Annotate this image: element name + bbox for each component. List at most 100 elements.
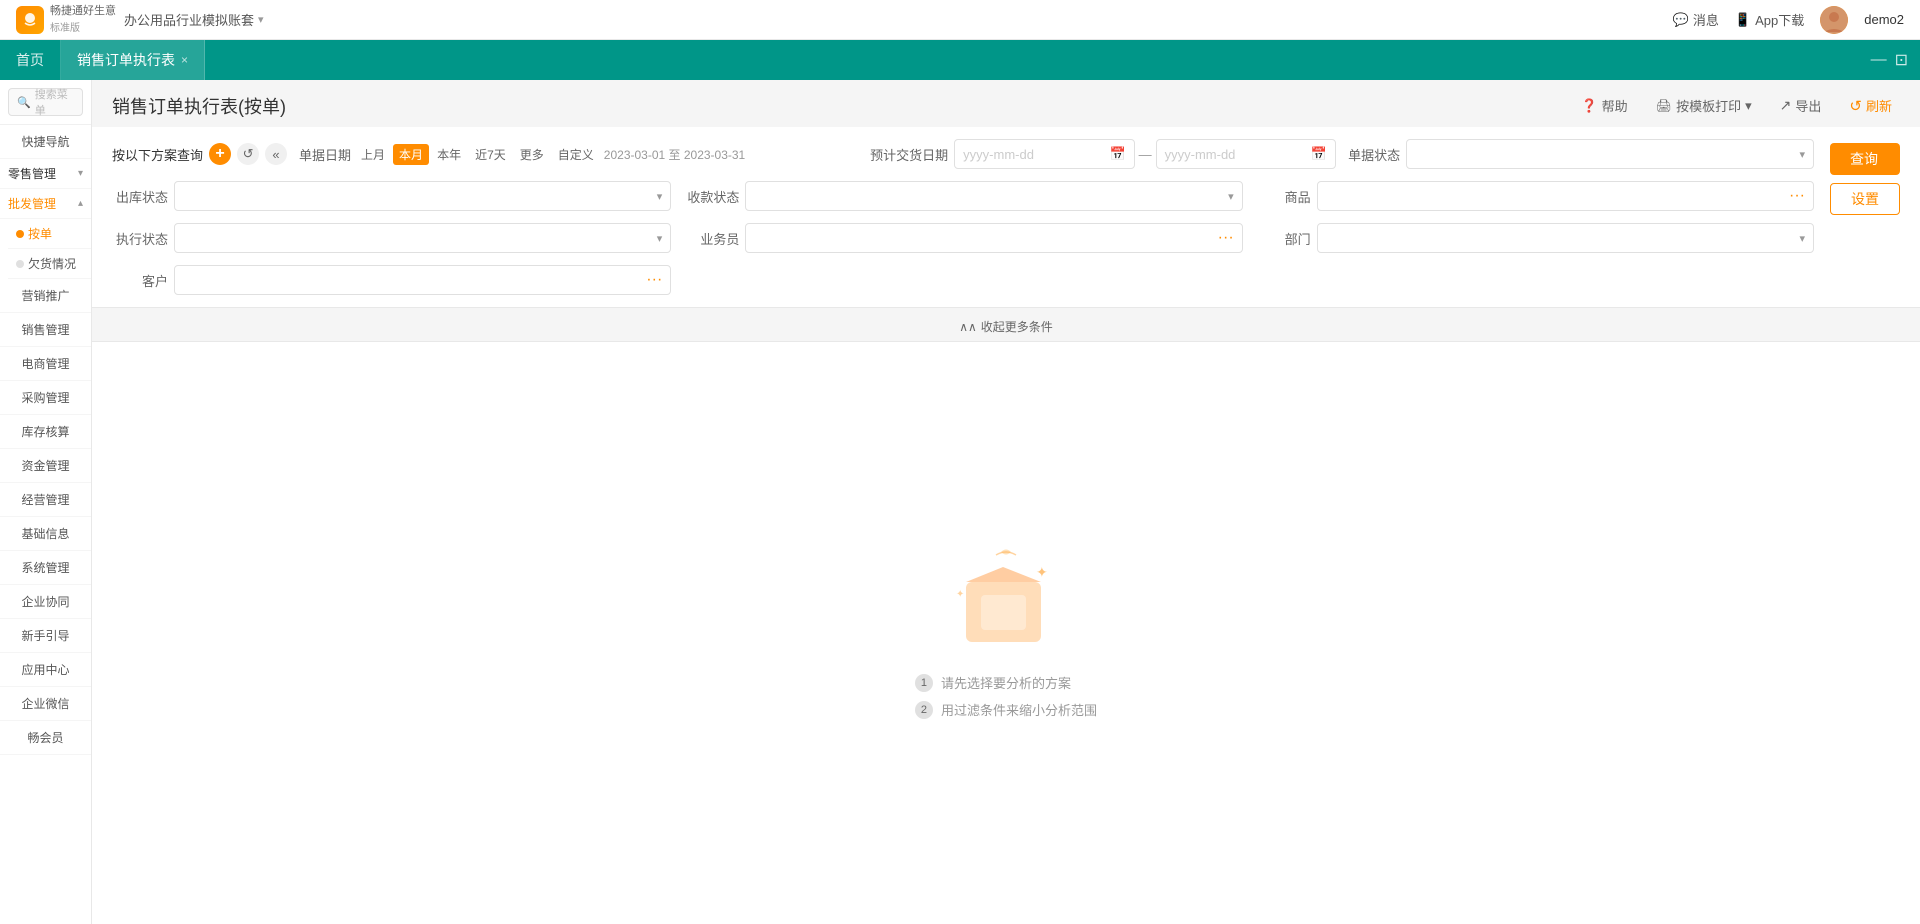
sidebar-item-by-order[interactable]: 按单 — [8, 219, 91, 249]
sidebar-item-operations[interactable]: 经营管理 — [0, 483, 91, 517]
app-icon: 📱 — [1735, 12, 1751, 28]
exec-status-chevron-icon: ▾ — [657, 232, 663, 245]
dept-chevron-icon: ▾ — [1799, 232, 1805, 245]
expected-date-end[interactable]: yyyy-mm-dd 📅 — [1156, 139, 1336, 169]
status-select[interactable]: ▾ — [1406, 139, 1814, 169]
sidebar-item-ecommerce[interactable]: 电商管理 — [0, 347, 91, 381]
collapse-label: 收起更多条件 — [981, 318, 1053, 335]
collapse-solution-button[interactable]: « — [265, 143, 287, 165]
page-header: 销售订单执行表(按单) ❓ 帮助 🖨 按模板打印 ▾ ↗ 导出 ↺ 刷新 — [92, 80, 1920, 127]
empty-state: ✦ ✦ 1 请先选择要分析的方案 2 用过滤条件来缩小分析范围 — [92, 342, 1920, 924]
sidebar-item-finance[interactable]: 资金管理 — [0, 449, 91, 483]
sidebar-item-marketing[interactable]: 营销推广 — [0, 279, 91, 313]
collect-status-select[interactable]: ▾ — [745, 181, 1242, 211]
sidebar-item-purchase[interactable]: 采购管理 — [0, 381, 91, 415]
app-title[interactable]: 办公用品行业模拟账套 ▾ — [124, 10, 264, 29]
refresh-label: 刷新 — [1866, 96, 1892, 115]
sidebar-item-newbie[interactable]: 新手引导 — [0, 619, 91, 653]
preset-custom[interactable]: 自定义 — [552, 144, 600, 165]
print-chevron-icon: ▾ — [1745, 98, 1752, 114]
status-chevron-icon: ▾ — [1799, 148, 1805, 161]
svg-text:✦: ✦ — [956, 589, 964, 600]
app-title-text: 办公用品行业模拟账套 — [124, 10, 254, 29]
tab-active[interactable]: 销售订单执行表 × — [61, 40, 205, 80]
solution-query-group: 按以下方案查询 + ↺ « — [112, 143, 287, 165]
expected-date-start[interactable]: yyyy-mm-dd 📅 — [954, 139, 1134, 169]
customer-label: 客户 — [112, 271, 168, 290]
dept-select[interactable]: ▾ — [1317, 223, 1814, 253]
minimize-icon[interactable]: — — [1871, 51, 1887, 69]
goods-group: 商品 ··· — [1255, 181, 1814, 211]
exec-status-select[interactable]: ▾ — [174, 223, 671, 253]
preset-current-year[interactable]: 本年 — [431, 144, 467, 165]
app-download-label: App下载 — [1755, 10, 1804, 29]
collect-status-chevron-icon: ▾ — [1228, 190, 1234, 203]
search-input[interactable]: 🔍 搜索菜单 — [8, 88, 83, 116]
filters-container: 按以下方案查询 + ↺ « 单据日期 上月 本月 本年 — [112, 139, 1814, 295]
app-download-button[interactable]: 📱 App下载 — [1735, 10, 1804, 29]
empty-illustration: ✦ ✦ — [946, 547, 1066, 657]
sidebar-item-member[interactable]: 畅会员 — [0, 721, 91, 755]
date-filter-group: 单据日期 上月 本月 本年 近7天 更多 自定义 2023-03-01 至 20… — [299, 144, 858, 165]
sidebar-item-retail[interactable]: 零售管理 ▾ — [0, 159, 91, 189]
user-name[interactable]: demo2 — [1864, 12, 1904, 27]
query-button[interactable]: 查询 — [1830, 143, 1900, 175]
tab-active-label: 销售订单执行表 — [77, 50, 175, 70]
date-label: 单据日期 — [299, 145, 351, 164]
preset-current-month[interactable]: 本月 — [393, 144, 429, 165]
preset-more[interactable]: 更多 — [514, 144, 550, 165]
sidebar-item-quicknav[interactable]: 快捷导航 — [0, 125, 91, 159]
help-button[interactable]: ❓ 帮助 — [1573, 92, 1635, 119]
print-button[interactable]: 🖨 按模板打印 ▾ — [1648, 92, 1760, 119]
filter-panel: 按以下方案查询 + ↺ « 单据日期 上月 本月 本年 — [92, 127, 1920, 308]
collapse-bar[interactable]: ∧∧ 收起更多条件 — [92, 312, 1920, 342]
set-button[interactable]: 设置 — [1830, 183, 1900, 215]
status-group: 单据状态 ▾ — [1348, 139, 1814, 169]
sidebar-item-appstore[interactable]: 应用中心 — [0, 653, 91, 687]
preset-7days[interactable]: 近7天 — [469, 144, 512, 165]
export-button[interactable]: ↗ 导出 — [1772, 92, 1830, 119]
content-area: 销售订单执行表(按单) ❓ 帮助 🖨 按模板打印 ▾ ↗ 导出 ↺ 刷新 — [92, 80, 1920, 924]
tab-close-button[interactable]: × — [181, 53, 188, 67]
expected-date-range: yyyy-mm-dd 📅 — yyyy-mm-dd 📅 — [954, 139, 1336, 169]
sidebar-item-sales[interactable]: 销售管理 — [0, 313, 91, 347]
sidebar-item-basic[interactable]: 基础信息 — [0, 517, 91, 551]
customer-input[interactable]: ··· — [174, 265, 671, 295]
sidebar-item-enterprise[interactable]: 企业协同 — [0, 585, 91, 619]
logo-area: 畅捷通好生意 标准版 — [16, 5, 116, 33]
maximize-icon[interactable]: ⊡ — [1895, 50, 1908, 70]
refresh-button[interactable]: ↺ 刷新 — [1841, 92, 1900, 119]
sidebar-sub-items: 按单 欠货情况 — [0, 219, 91, 279]
tab-bar: 首页 销售订单执行表 × — ⊡ — [0, 40, 1920, 80]
svg-text:✦: ✦ — [1036, 564, 1048, 580]
out-status-select[interactable]: ▾ — [174, 181, 671, 211]
step-1-number: 1 — [915, 674, 933, 692]
messages-button[interactable]: 💬 消息 — [1673, 10, 1719, 29]
export-icon: ↗ — [1780, 97, 1792, 114]
tab-home[interactable]: 首页 — [0, 40, 61, 80]
logo-icon — [16, 6, 44, 34]
sidebar-item-wholesale[interactable]: 批发管理 ▴ — [0, 189, 91, 219]
filter-row-2: 出库状态 ▾ 收款状态 ▾ — [112, 181, 1814, 211]
date-presets: 上月 本月 本年 近7天 更多 自定义 — [355, 144, 600, 165]
print-label: 按模板打印 — [1676, 96, 1741, 115]
sidebar-item-inventory[interactable]: 库存核算 — [0, 415, 91, 449]
top-bar-right: 💬 消息 📱 App下载 demo2 — [1673, 6, 1904, 34]
top-bar-left: 畅捷通好生意 标准版 办公用品行业模拟账套 ▾ — [16, 5, 264, 33]
add-solution-button[interactable]: + — [209, 143, 231, 165]
chevron-right-icon: ▾ — [78, 168, 83, 179]
date-range-text: 2023-03-01 至 2023-03-31 — [604, 146, 745, 163]
collect-status-group: 收款状态 ▾ — [683, 181, 1242, 211]
sidebar-search[interactable]: 🔍 搜索菜单 — [0, 80, 91, 125]
sidebar-item-system[interactable]: 系统管理 — [0, 551, 91, 585]
goods-input[interactable]: ··· — [1317, 181, 1814, 211]
out-status-chevron-icon: ▾ — [657, 190, 663, 203]
salesman-input[interactable]: ··· — [745, 223, 1242, 253]
filter-main: 按以下方案查询 + ↺ « 单据日期 上月 本月 本年 — [112, 139, 1900, 295]
sidebar-item-backorder[interactable]: 欠货情况 — [8, 249, 91, 279]
refresh-solution-button[interactable]: ↺ — [237, 143, 259, 165]
sidebar-item-wechat[interactable]: 企业微信 — [0, 687, 91, 721]
salesman-group: 业务员 ··· — [683, 223, 1242, 253]
inactive-dot-icon — [16, 260, 24, 268]
preset-last-month[interactable]: 上月 — [355, 144, 391, 165]
